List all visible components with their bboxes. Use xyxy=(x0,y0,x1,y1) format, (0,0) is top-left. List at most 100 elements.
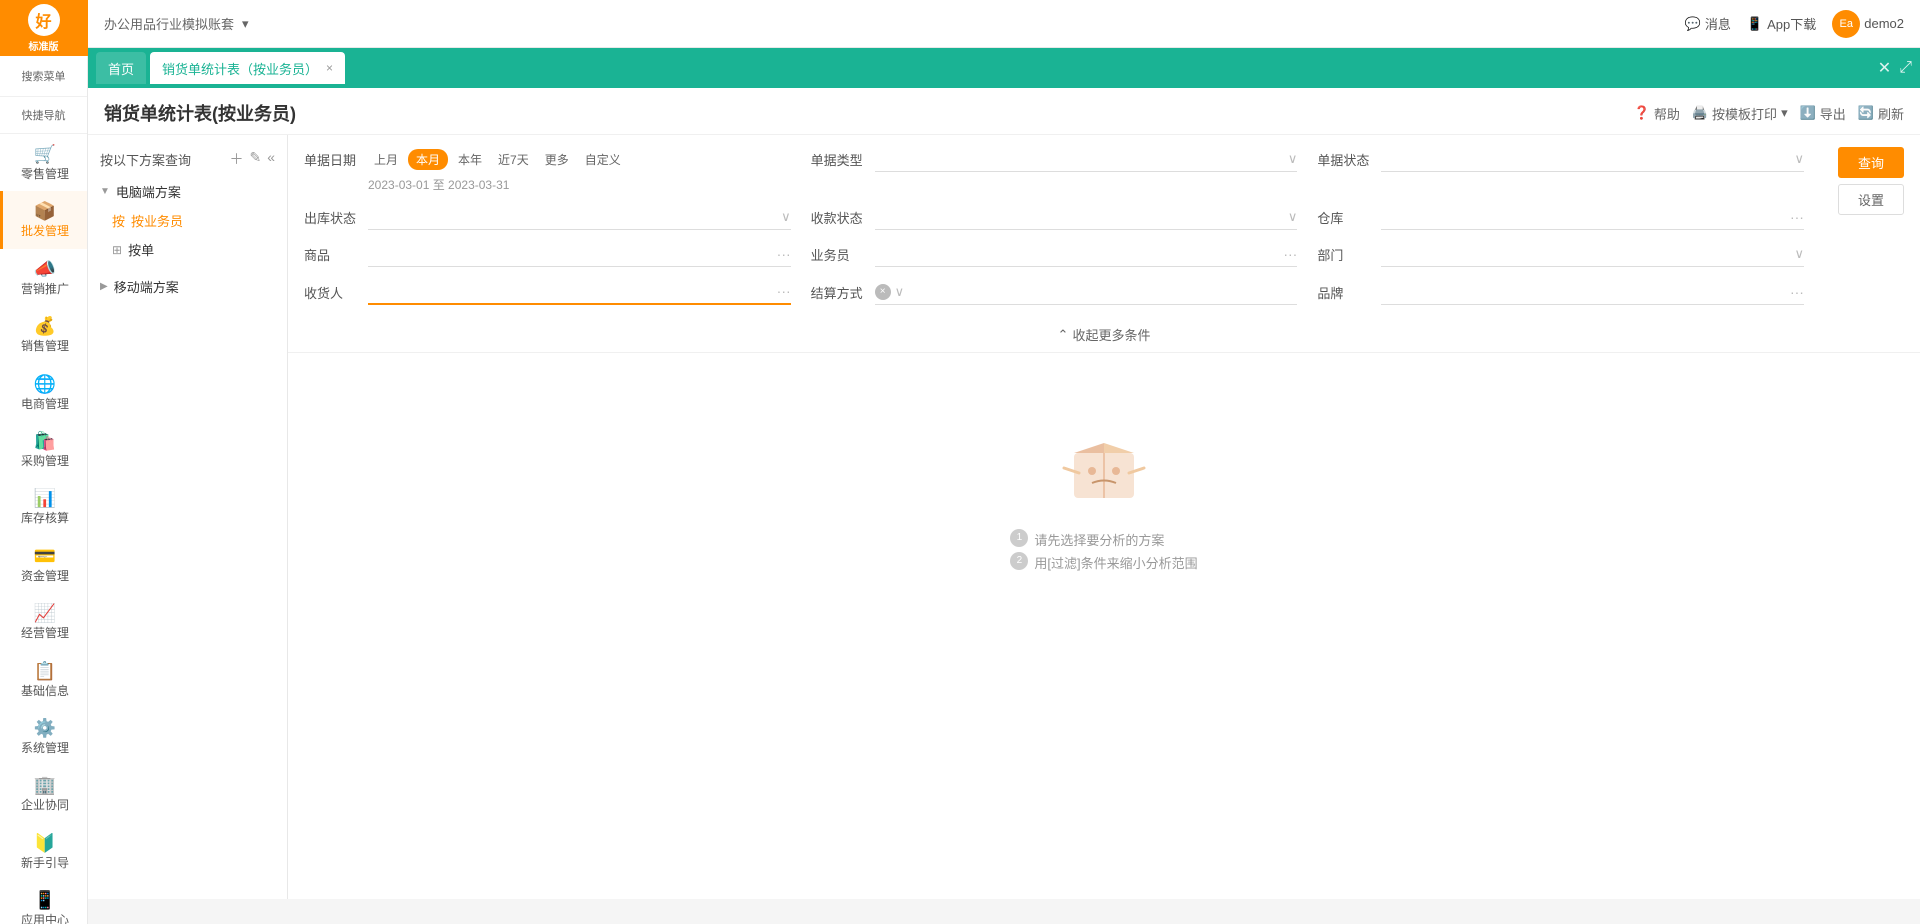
app-download-label: App下载 xyxy=(1767,14,1816,33)
salesperson-filter-row: 业务员 ··· xyxy=(811,242,1298,267)
order-scheme-icon: ⊞ xyxy=(112,243,122,257)
mobile-scheme-label: 移动端方案 xyxy=(114,277,179,296)
left-panel-icons: ＋ ✎ « xyxy=(229,149,275,169)
sidebar-item-system[interactable]: ⚙️ 系统管理 xyxy=(0,708,87,765)
sidebar-item-operations[interactable]: 📈 经营管理 xyxy=(0,593,87,650)
warehouse-input[interactable]: ··· xyxy=(1381,205,1804,230)
search-menu-button[interactable]: 搜索菜单 xyxy=(14,64,74,88)
empty-tip-1: 1 请先选择要分析的方案 xyxy=(1010,529,1197,552)
sidebar-item-retail[interactable]: 🛒 零售管理 xyxy=(0,134,87,191)
download-icon: 📱 xyxy=(1747,16,1763,32)
edit-scheme-button[interactable]: ✎ xyxy=(249,149,261,169)
newbie-icon: 🔰 xyxy=(34,833,56,854)
empty-illustration xyxy=(1054,413,1154,513)
sidebar-item-marketing[interactable]: 📣 营销推广 xyxy=(0,249,87,306)
sidebar-item-enterprise[interactable]: 🏢 企业协同 xyxy=(0,765,87,822)
date-more-button[interactable]: 更多 xyxy=(539,149,575,170)
date-this-month-button[interactable]: 本月 xyxy=(408,149,448,170)
scheme-by-order[interactable]: ⊞ 按单 xyxy=(104,235,287,264)
doc-status-select[interactable]: ∨ xyxy=(1381,147,1804,172)
pc-scheme-item[interactable]: ▼ 电脑端方案 xyxy=(88,177,287,206)
receiver-input[interactable]: ··· xyxy=(368,279,791,305)
inventory-icon: 📊 xyxy=(34,488,56,509)
workspace-dropdown[interactable]: ▾ xyxy=(242,16,249,32)
salesperson-input[interactable]: ··· xyxy=(875,242,1298,267)
export-button[interactable]: ⬇️ 导出 xyxy=(1800,104,1846,123)
date-last-month-button[interactable]: 上月 xyxy=(368,149,404,170)
settlement-label: 结算方式 xyxy=(811,283,867,302)
page-content: 销货单统计表(按业务员) ❓ 帮助 🖨️ 按模板打印 ▾ ⬇️ 导出 xyxy=(88,88,1920,924)
payment-status-select[interactable]: ∨ xyxy=(875,205,1298,230)
goods-input[interactable]: ··· xyxy=(368,242,791,267)
brand-input[interactable]: ··· xyxy=(1381,280,1804,305)
collapse-label: 收起更多条件 xyxy=(1072,325,1150,344)
collapse-panel-button[interactable]: « xyxy=(267,149,275,169)
collapse-conditions-button[interactable]: ⌃ 收起更多条件 xyxy=(304,317,1904,352)
out-status-select[interactable]: ∨ xyxy=(368,205,791,230)
setting-button[interactable]: 设置 xyxy=(1838,184,1904,215)
query-actions: 查询 设置 xyxy=(1838,147,1904,215)
refresh-button[interactable]: 🔄 刷新 xyxy=(1858,104,1904,123)
retail-icon: 🛒 xyxy=(34,144,56,165)
tip-1-text: 请先选择要分析的方案 xyxy=(1034,529,1164,552)
settlement-select[interactable]: × ∨ xyxy=(875,280,1298,305)
finance-icon: 💳 xyxy=(34,546,56,567)
tree-expand-icon: ▼ xyxy=(100,186,110,197)
sidebar-item-finance[interactable]: 💳 资金管理 xyxy=(0,536,87,593)
print-button[interactable]: 🖨️ 按模板打印 ▾ xyxy=(1692,104,1788,123)
app-download-button[interactable]: 📱 App下载 xyxy=(1747,14,1816,33)
help-button[interactable]: ❓ 帮助 xyxy=(1634,104,1680,123)
sidebar-item-purchase-label: 采购管理 xyxy=(21,454,69,468)
date-last-7-button[interactable]: 近7天 xyxy=(492,149,535,170)
settlement-tag-close-icon[interactable]: × xyxy=(875,284,891,300)
sidebar-item-apps[interactable]: 📱 应用中心 xyxy=(0,880,87,924)
logo-icon: 好 xyxy=(28,4,60,36)
sidebar-item-wholesale[interactable]: 📦 批发管理 xyxy=(0,191,87,248)
scheme-by-salesperson[interactable]: 按 按业务员 xyxy=(104,206,287,235)
quick-nav-button[interactable]: 快捷导航 xyxy=(14,103,74,127)
sidebar-item-basic[interactable]: 📋 基础信息 xyxy=(0,651,87,708)
user-menu-button[interactable]: Ea demo2 xyxy=(1832,10,1904,38)
date-this-year-button[interactable]: 本年 xyxy=(452,149,488,170)
settlement-filter-row: 结算方式 × ∨ xyxy=(811,279,1298,305)
apps-icon: 📱 xyxy=(34,890,56,911)
brand-dots-icon: ··· xyxy=(1790,284,1804,300)
date-options: 上月 本月 本年 近7天 更多 自定义 xyxy=(368,149,791,170)
main-area: 办公用品行业模拟账套 ▾ 💬 消息 📱 App下载 Ea demo2 首页 xyxy=(88,0,1920,924)
query-button[interactable]: 查询 xyxy=(1838,147,1904,178)
payment-status-filter-row: 收款状态 ∨ xyxy=(811,205,1298,230)
out-status-chevron-icon: ∨ xyxy=(781,209,791,225)
help-label: 帮助 xyxy=(1654,104,1680,123)
tab-close-icon[interactable]: × xyxy=(326,61,333,75)
doc-type-label: 单据类型 xyxy=(811,150,867,169)
mobile-tree-icon: ▶ xyxy=(100,281,108,292)
sidebar-item-inventory[interactable]: 📊 库存核算 xyxy=(0,478,87,535)
sidebar-item-ecommerce[interactable]: 🌐 电商管理 xyxy=(0,364,87,421)
filter-box: 单据日期 上月 本月 本年 近7天 更多 自定义 xyxy=(288,135,1920,352)
date-custom-button[interactable]: 自定义 xyxy=(579,149,627,170)
settlement-chevron-icon: ∨ xyxy=(895,284,905,300)
export-label: 导出 xyxy=(1820,104,1846,123)
doc-type-chevron-icon: ∨ xyxy=(1288,151,1298,167)
tab-sales-stat[interactable]: 销货单统计表（按业务员） × xyxy=(150,52,345,84)
sidebar-item-purchase[interactable]: 🛍️ 采购管理 xyxy=(0,421,87,478)
mobile-scheme-item[interactable]: ▶ 移动端方案 xyxy=(88,272,287,301)
tab-maximize-button[interactable]: ⤢ xyxy=(1899,59,1912,77)
brand-filter-row: 品牌 ··· xyxy=(1317,279,1804,305)
app-logo[interactable]: 好 标准版 xyxy=(0,0,88,56)
main-page: 销货单统计表(按业务员) ❓ 帮助 🖨️ 按模板打印 ▾ ⬇️ 导出 xyxy=(88,88,1920,899)
doc-type-select[interactable]: ∨ xyxy=(875,147,1298,172)
tab-home[interactable]: 首页 xyxy=(96,52,146,84)
order-scheme-label: 按单 xyxy=(128,240,154,259)
wholesale-icon: 📦 xyxy=(34,201,56,222)
department-select[interactable]: ∨ xyxy=(1381,242,1804,267)
add-scheme-button[interactable]: ＋ xyxy=(229,149,243,169)
tab-close-all-button[interactable]: ✕ xyxy=(1878,58,1891,78)
sidebar-item-finance-label: 资金管理 xyxy=(21,569,69,583)
sidebar-item-newbie[interactable]: 🔰 新手引导 xyxy=(0,823,87,880)
sidebar-item-sales[interactable]: 💰 销售管理 xyxy=(0,306,87,363)
topbar-left: 办公用品行业模拟账套 ▾ xyxy=(104,14,249,33)
message-button[interactable]: 💬 消息 xyxy=(1685,14,1731,33)
chevron-down-icon: ▾ xyxy=(242,16,249,32)
username-label: demo2 xyxy=(1864,16,1904,31)
